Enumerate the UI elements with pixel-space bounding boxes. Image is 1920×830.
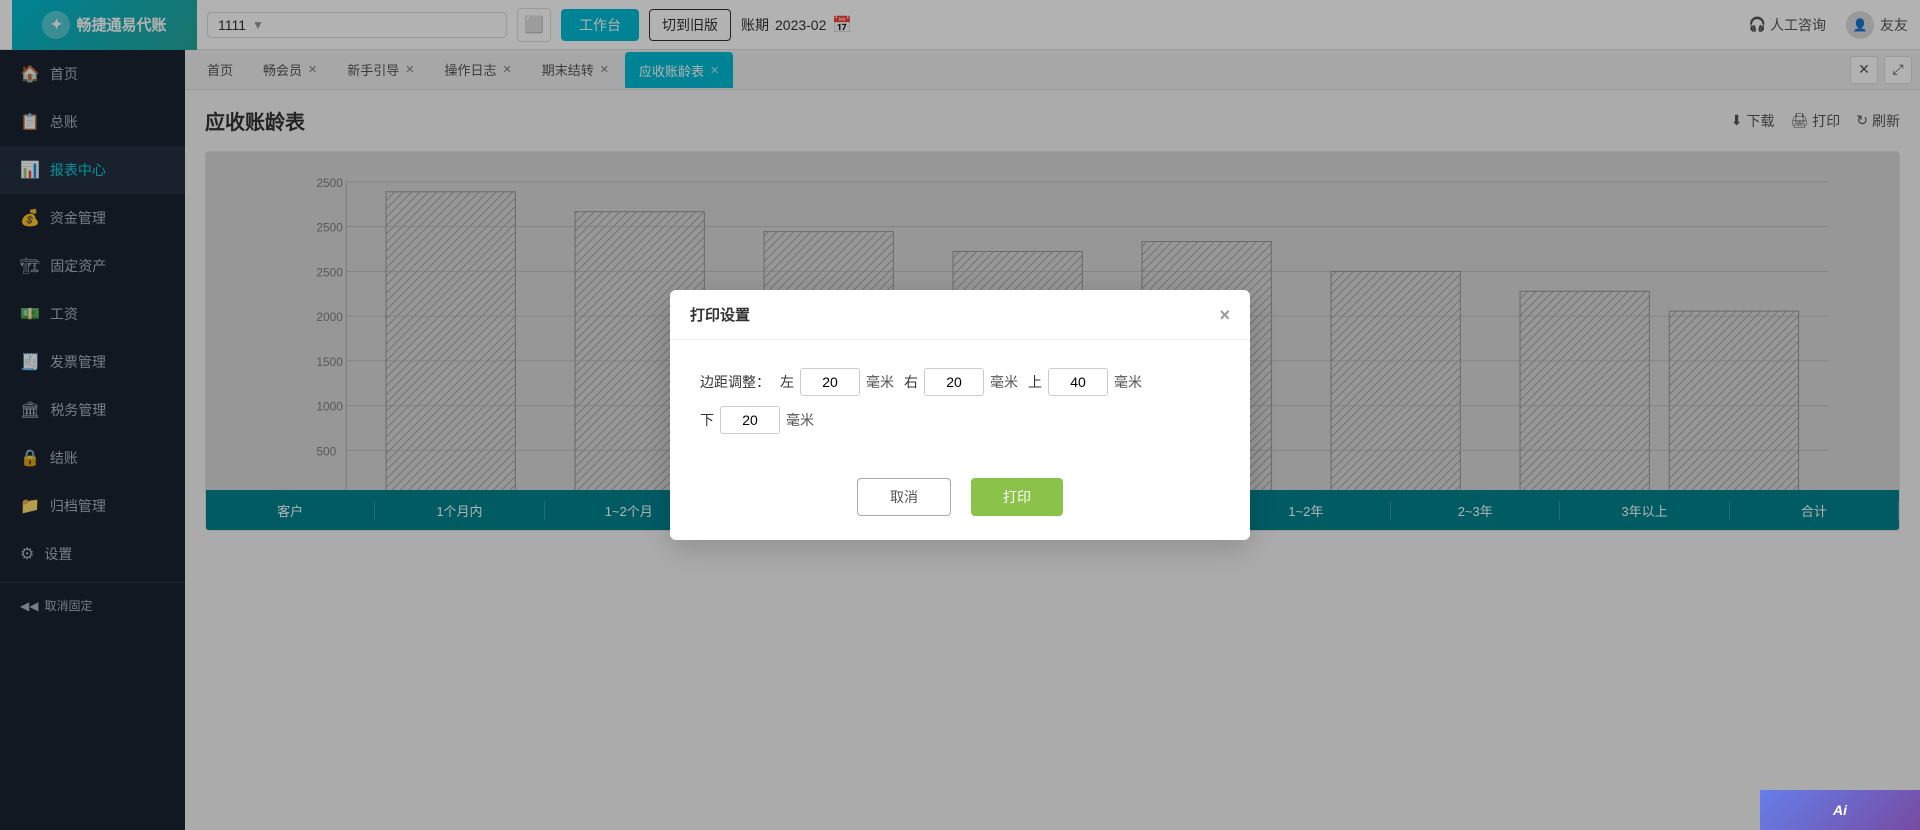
modal-footer: 取消 打印 bbox=[670, 462, 1250, 540]
right-margin-unit: 毫米 bbox=[990, 372, 1018, 392]
left-direction-label: 左 bbox=[780, 372, 794, 392]
top-margin-group: 上 毫米 bbox=[1028, 368, 1142, 396]
modal-header: 打印设置 × bbox=[670, 290, 1250, 340]
left-margin-group: 左 毫米 bbox=[780, 368, 894, 396]
left-margin-input[interactable] bbox=[800, 368, 860, 396]
modal-overlay: 打印设置 × 边距调整： 左 毫米 右 毫米 上 毫米 bbox=[0, 0, 1920, 830]
right-margin-group: 右 毫米 bbox=[904, 368, 1018, 396]
ai-label: Ai bbox=[1833, 802, 1847, 818]
margin-row: 边距调整： 左 毫米 右 毫米 上 毫米 下 bbox=[700, 368, 1220, 434]
right-margin-input[interactable] bbox=[924, 368, 984, 396]
modal-title: 打印设置 bbox=[690, 304, 750, 325]
bottom-margin-unit: 毫米 bbox=[786, 410, 814, 430]
ai-badge[interactable]: Ai bbox=[1760, 790, 1920, 830]
confirm-print-button[interactable]: 打印 bbox=[971, 478, 1063, 516]
cancel-button[interactable]: 取消 bbox=[857, 478, 951, 516]
left-margin-unit: 毫米 bbox=[866, 372, 894, 392]
bottom-margin-group: 下 毫米 bbox=[700, 406, 814, 434]
top-margin-input[interactable] bbox=[1048, 368, 1108, 396]
bottom-direction-label: 下 bbox=[700, 410, 714, 430]
print-settings-modal: 打印设置 × 边距调整： 左 毫米 右 毫米 上 毫米 bbox=[670, 290, 1250, 540]
top-direction-label: 上 bbox=[1028, 372, 1042, 392]
top-margin-unit: 毫米 bbox=[1114, 372, 1142, 392]
modal-body: 边距调整： 左 毫米 右 毫米 上 毫米 下 bbox=[670, 340, 1250, 462]
margin-label: 边距调整： bbox=[700, 372, 770, 392]
modal-close-button[interactable]: × bbox=[1219, 306, 1230, 324]
bottom-margin-input[interactable] bbox=[720, 406, 780, 434]
right-direction-label: 右 bbox=[904, 372, 918, 392]
